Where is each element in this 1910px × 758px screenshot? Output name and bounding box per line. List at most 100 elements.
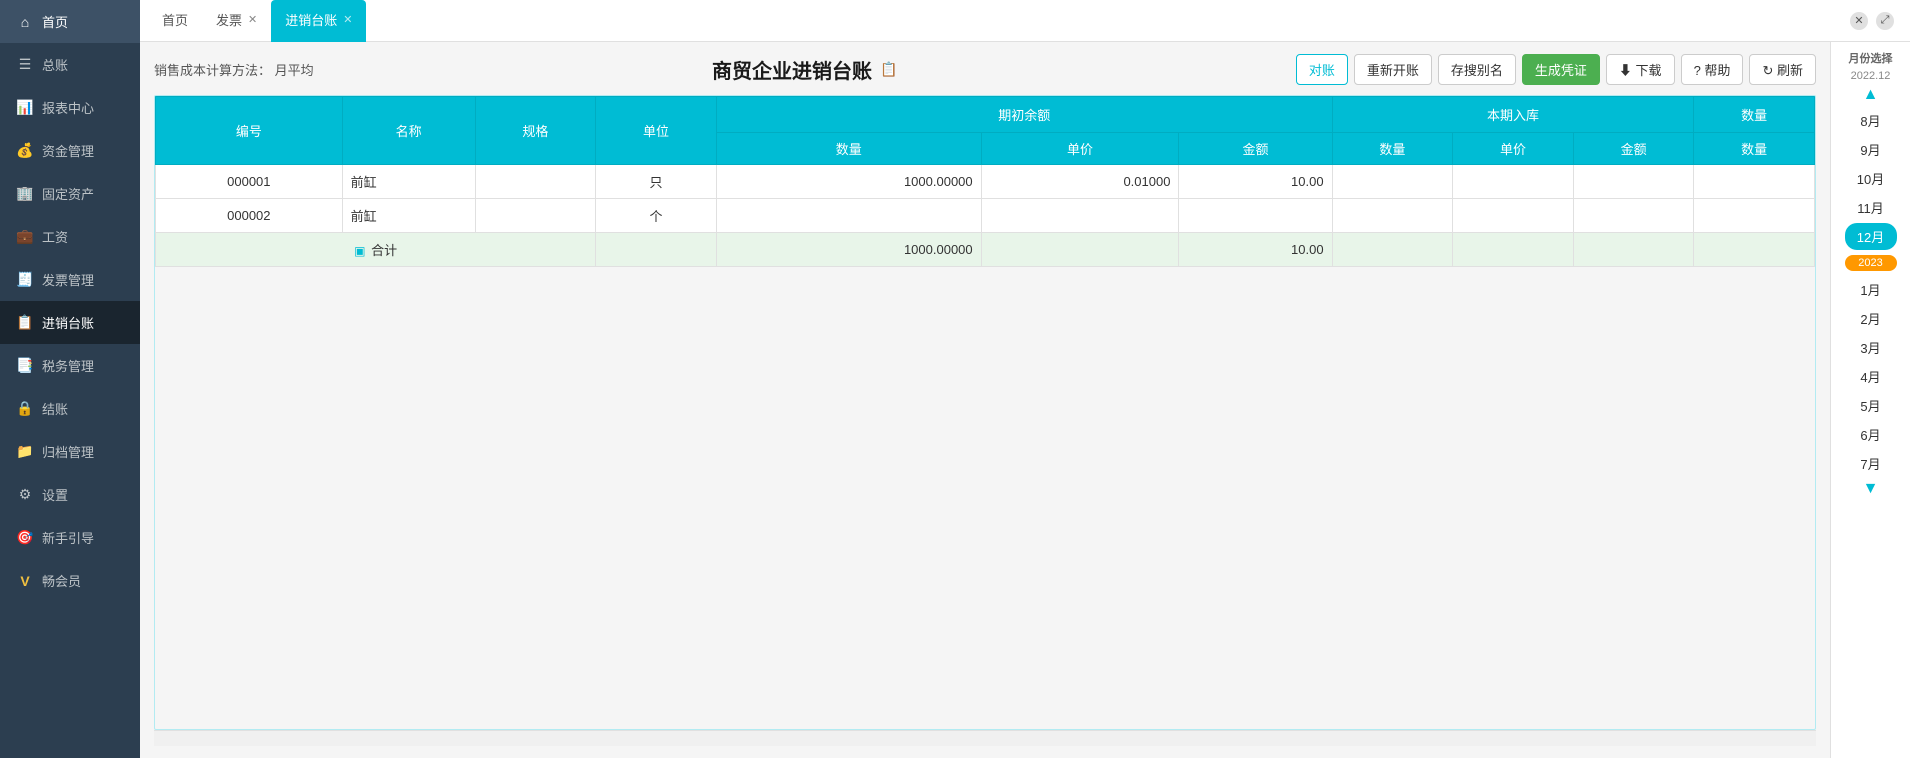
sidebar-label-guide: 新手引导 bbox=[42, 528, 94, 547]
sidebar-label-invoice-mgr: 发票管理 bbox=[42, 270, 94, 289]
sidebar-item-purchase-sale[interactable]: 📋 进销台账 bbox=[0, 301, 140, 344]
info-bar: 销售成本计算方法： 月平均 商贸企业进销台账 📋 对账 重新开账 存搜别名 生成… bbox=[154, 54, 1816, 85]
purchase-sale-icon: 📋 bbox=[16, 314, 34, 331]
tab-purchase-close[interactable]: ✕ bbox=[343, 13, 352, 26]
sidebar: ⌂ 首页 ☰ 总账 📊 报表中心 💰 资金管理 🏢 固定资产 💼 工资 🧾 发票… bbox=[0, 0, 140, 758]
cell-in-qty bbox=[1332, 199, 1453, 233]
cost-method-value: 月平均 bbox=[275, 63, 314, 78]
window-maximize-button[interactable]: ⤢ bbox=[1876, 12, 1894, 30]
tab-purchase[interactable]: 进销台账 ✕ bbox=[271, 0, 366, 42]
toolbar: 对账 重新开账 存搜别名 生成凭证 ⬇ 下载 ? 帮助 ↻ 刷新 bbox=[1296, 54, 1816, 85]
invoice-mgr-icon: 🧾 bbox=[16, 271, 34, 288]
scroll-up-arrow[interactable]: ▲ bbox=[1861, 84, 1881, 106]
total-open-price bbox=[981, 233, 1179, 267]
tab-invoice[interactable]: 发票 ✕ bbox=[202, 0, 271, 42]
download-icon: ⬇ bbox=[1619, 63, 1632, 78]
sidebar-item-guide[interactable]: 🎯 新手引导 bbox=[0, 516, 140, 559]
sidebar-item-reports[interactable]: 📊 报表中心 bbox=[0, 86, 140, 129]
month-item-12[interactable]: 12月 bbox=[1845, 223, 1897, 250]
sidebar-item-vip[interactable]: V 畅会员 bbox=[0, 559, 140, 602]
archive-icon: 📁 bbox=[16, 443, 34, 460]
total-label: ▣ 合计 bbox=[156, 233, 596, 267]
ledger-icon: ☰ bbox=[16, 56, 34, 73]
table-row: 000001 前缸 只 1000.00000 0.01000 10.00 bbox=[156, 165, 1815, 199]
save-as-button[interactable]: 存搜别名 bbox=[1438, 54, 1516, 85]
sidebar-label-tax: 税务管理 bbox=[42, 356, 94, 375]
total-icon: ▣ bbox=[354, 244, 365, 258]
month-item-3[interactable]: 3月 bbox=[1845, 334, 1897, 361]
sidebar-label-settings: 设置 bbox=[42, 485, 68, 504]
cell-out-qty bbox=[1694, 199, 1815, 233]
col-in-qty: 数量 bbox=[1332, 133, 1453, 165]
main-panel: 销售成本计算方法： 月平均 商贸企业进销台账 📋 对账 重新开账 存搜别名 生成… bbox=[140, 42, 1830, 758]
month-item-11[interactable]: 11月 bbox=[1845, 194, 1897, 221]
closing-icon: 🔒 bbox=[16, 400, 34, 417]
refresh-button[interactable]: ↻ 刷新 bbox=[1749, 54, 1816, 85]
month-item-6[interactable]: 6月 bbox=[1845, 421, 1897, 448]
total-open-amount: 10.00 bbox=[1179, 233, 1332, 267]
help-button[interactable]: ? 帮助 bbox=[1681, 54, 1744, 85]
month-item-7[interactable]: 7月 bbox=[1845, 450, 1897, 477]
total-in-qty bbox=[1332, 233, 1453, 267]
cell-unit: 只 bbox=[596, 165, 717, 199]
cell-name: 前缸 bbox=[342, 199, 475, 233]
reconcile-button[interactable]: 对账 bbox=[1296, 54, 1348, 85]
edit-icon[interactable]: 📋 bbox=[880, 61, 897, 78]
funds-icon: 💰 bbox=[16, 142, 34, 159]
month-item-9[interactable]: 9月 bbox=[1845, 136, 1897, 163]
total-in-price bbox=[1453, 233, 1574, 267]
col-period-balance: 期初余额 bbox=[716, 97, 1332, 133]
sidebar-label-salary: 工资 bbox=[42, 227, 68, 246]
year-2023-badge: 2023 bbox=[1845, 255, 1897, 271]
month-item-10[interactable]: 10月 bbox=[1845, 165, 1897, 192]
scrollbar-area[interactable] bbox=[154, 730, 1816, 746]
total-unit bbox=[596, 233, 717, 267]
tab-home[interactable]: 首页 bbox=[148, 0, 202, 42]
month-item-4[interactable]: 4月 bbox=[1845, 363, 1897, 390]
month-item-5[interactable]: 5月 bbox=[1845, 392, 1897, 419]
reopen-button[interactable]: 重新开账 bbox=[1354, 54, 1432, 85]
cell-in-price bbox=[1453, 165, 1574, 199]
data-table: 编号 名称 规格 单位 期初余额 本期入库 数量 数量 单价 金额 bbox=[155, 96, 1815, 267]
tab-invoice-close[interactable]: ✕ bbox=[248, 13, 257, 26]
sidebar-label-archive: 归档管理 bbox=[42, 442, 94, 461]
sidebar-item-home[interactable]: ⌂ 首页 bbox=[0, 0, 140, 43]
generate-button[interactable]: 生成凭证 bbox=[1522, 54, 1600, 85]
refresh-icon: ↻ bbox=[1762, 63, 1773, 78]
cell-in-qty bbox=[1332, 165, 1453, 199]
sidebar-item-settings[interactable]: ⚙ 设置 bbox=[0, 473, 140, 516]
data-table-wrapper[interactable]: 编号 名称 规格 单位 期初余额 本期入库 数量 数量 单价 金额 bbox=[154, 95, 1816, 730]
cell-open-qty bbox=[716, 199, 981, 233]
col-spec: 规格 bbox=[475, 97, 596, 165]
sidebar-item-archive[interactable]: 📁 归档管理 bbox=[0, 430, 140, 473]
cost-method-label: 销售成本计算方法： bbox=[154, 63, 271, 78]
col-open-amount: 金额 bbox=[1179, 133, 1332, 165]
content-area: 销售成本计算方法： 月平均 商贸企业进销台账 📋 对账 重新开账 存搜别名 生成… bbox=[140, 42, 1910, 758]
sidebar-item-funds[interactable]: 💰 资金管理 bbox=[0, 129, 140, 172]
total-in-amount bbox=[1573, 233, 1694, 267]
cell-open-price bbox=[981, 199, 1179, 233]
sidebar-item-ledger[interactable]: ☰ 总账 bbox=[0, 43, 140, 86]
sidebar-item-assets[interactable]: 🏢 固定资产 bbox=[0, 172, 140, 215]
month-item-1[interactable]: 1月 bbox=[1845, 276, 1897, 303]
sidebar-item-tax[interactable]: 📑 税务管理 bbox=[0, 344, 140, 387]
month-panel-title: 月份选择 bbox=[1849, 50, 1893, 66]
tax-icon: 📑 bbox=[16, 357, 34, 374]
download-button[interactable]: ⬇ 下载 bbox=[1606, 54, 1675, 85]
sidebar-item-closing[interactable]: 🔒 结账 bbox=[0, 387, 140, 430]
month-item-8[interactable]: 8月 bbox=[1845, 107, 1897, 134]
month-item-2[interactable]: 2月 bbox=[1845, 305, 1897, 332]
sidebar-label-assets: 固定资产 bbox=[42, 184, 94, 203]
page-title-area: 商贸企业进销台账 📋 bbox=[712, 55, 897, 84]
sidebar-label-funds: 资金管理 bbox=[42, 141, 94, 160]
sidebar-item-invoice-mgr[interactable]: 🧾 发票管理 bbox=[0, 258, 140, 301]
cell-spec bbox=[475, 165, 596, 199]
cell-open-amount bbox=[1179, 199, 1332, 233]
sidebar-item-salary[interactable]: 💼 工资 bbox=[0, 215, 140, 258]
scroll-down-arrow[interactable]: ▼ bbox=[1861, 478, 1881, 500]
sidebar-label-purchase-sale: 进销台账 bbox=[42, 313, 94, 332]
cell-spec bbox=[475, 199, 596, 233]
cell-open-amount: 10.00 bbox=[1179, 165, 1332, 199]
window-close-button[interactable]: ✕ bbox=[1850, 12, 1868, 30]
month-panel: 月份选择 2022.12 ▲ 8月 9月 10月 11月 12月 2023 1月… bbox=[1830, 42, 1910, 758]
